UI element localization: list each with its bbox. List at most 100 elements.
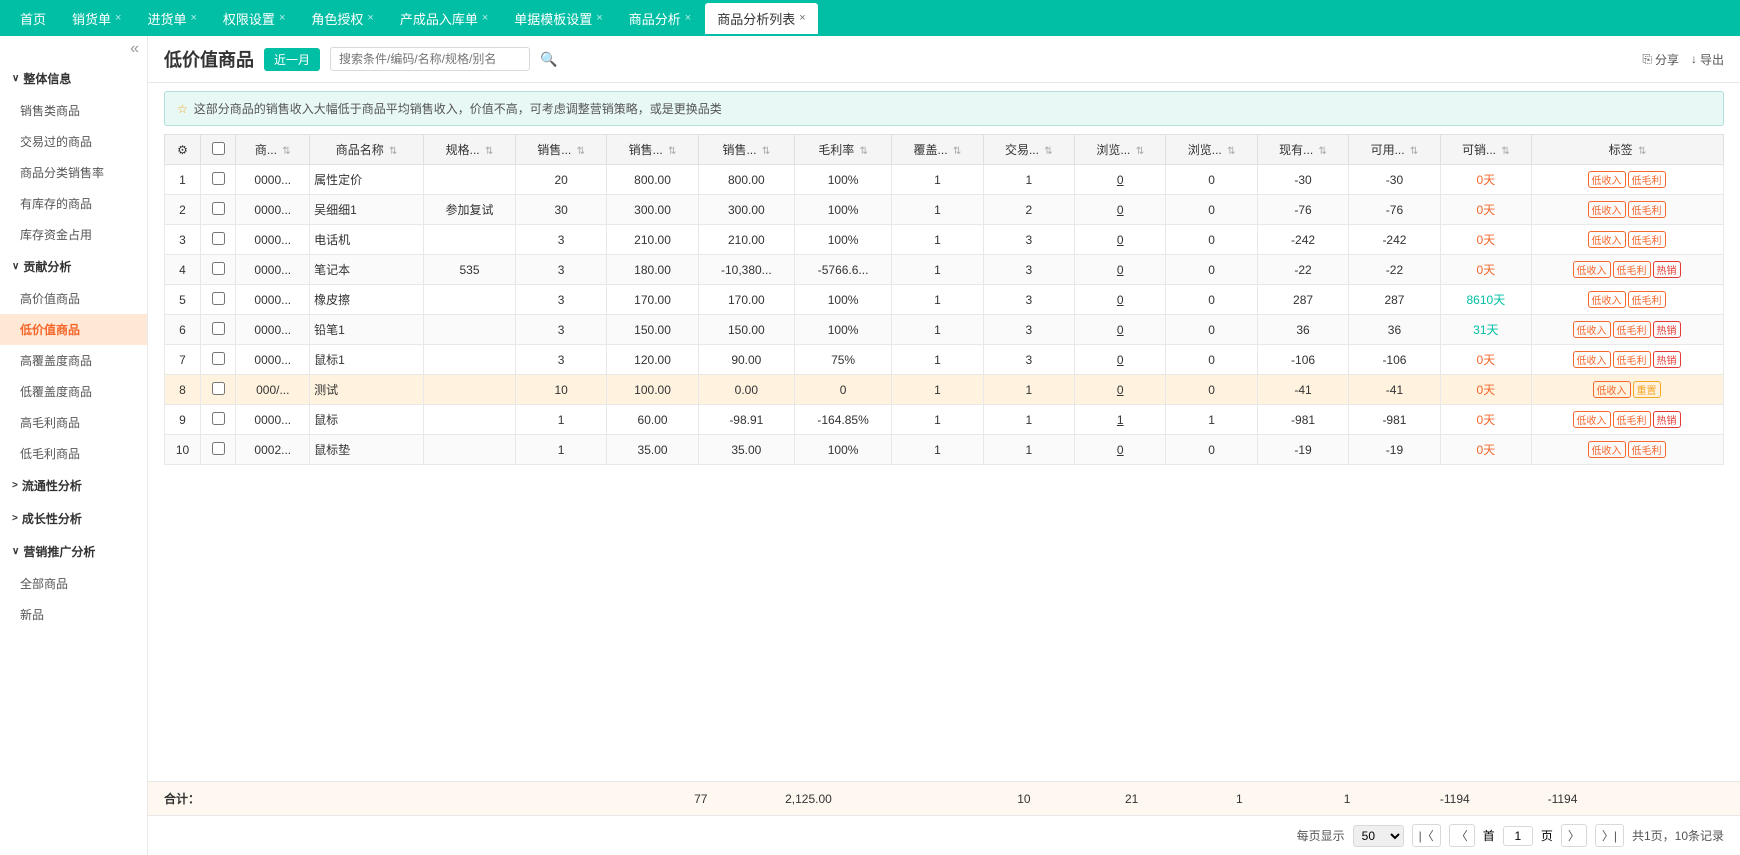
col-sales-qty[interactable]: 销售... ⇅ xyxy=(515,135,606,165)
sidebar-group-circulation[interactable]: > 流通性分析 xyxy=(0,469,147,502)
views-link[interactable]: 0 xyxy=(1117,323,1124,337)
col-gross-margin[interactable]: 毛利率 ⇅ xyxy=(794,135,891,165)
col-tags[interactable]: 标签 ⇅ xyxy=(1532,135,1724,165)
views-link[interactable]: 0 xyxy=(1117,383,1124,397)
row-checkbox[interactable] xyxy=(212,352,225,365)
cell-views1[interactable]: 1 xyxy=(1075,405,1166,435)
sidebar-group-growth[interactable]: > 成长性分析 xyxy=(0,502,147,535)
sidebar-item-high-margin[interactable]: 高毛利商品 xyxy=(0,407,147,438)
col-sales-price[interactable]: 销售... ⇅ xyxy=(607,135,698,165)
row-checkbox[interactable] xyxy=(212,412,225,425)
col-settings[interactable]: ⚙ xyxy=(165,135,201,165)
sidebar-item-high-coverage[interactable]: 高覆盖度商品 xyxy=(0,345,147,376)
cell-checkbox[interactable] xyxy=(201,405,236,435)
sidebar-item-stock-capital[interactable]: 库存资金占用 xyxy=(0,219,147,250)
sidebar-item-traded-products[interactable]: 交易过的商品 xyxy=(0,126,147,157)
period-button[interactable]: 近一月 xyxy=(264,48,320,71)
cell-name[interactable]: 电话机 xyxy=(310,225,424,255)
col-views2[interactable]: 浏览... ⇅ xyxy=(1166,135,1257,165)
first-page-btn[interactable]: |〈 xyxy=(1412,824,1441,847)
row-checkbox[interactable] xyxy=(212,382,225,395)
views-link[interactable]: 0 xyxy=(1117,293,1124,307)
settings-icon[interactable]: ⚙ xyxy=(177,143,188,157)
close-icon[interactable]: × xyxy=(367,12,373,24)
col-sellable[interactable]: 可销... ⇅ xyxy=(1440,135,1531,165)
sidebar-item-sales-products[interactable]: 销售类商品 xyxy=(0,95,147,126)
row-checkbox[interactable] xyxy=(212,442,225,455)
cell-checkbox[interactable] xyxy=(201,435,236,465)
col-coverage[interactable]: 覆盖... ⇅ xyxy=(892,135,983,165)
views-link[interactable]: 0 xyxy=(1117,173,1124,187)
nav-sales-order[interactable]: 销货单 × xyxy=(60,3,133,34)
col-current-stock[interactable]: 现有... ⇅ xyxy=(1257,135,1348,165)
nav-role-auth[interactable]: 角色授权 × xyxy=(299,3,385,34)
sidebar-item-high-value[interactable]: 高价值商品 xyxy=(0,283,147,314)
close-icon[interactable]: × xyxy=(482,12,488,24)
share-button[interactable]: ⎘ 分享 xyxy=(1642,51,1679,68)
cell-name[interactable]: 吴细细1 xyxy=(310,195,424,225)
nav-product-inbound[interactable]: 产成品入库单 × xyxy=(388,3,500,34)
row-checkbox[interactable] xyxy=(212,172,225,185)
views-link[interactable]: 0 xyxy=(1117,353,1124,367)
sidebar-collapse-btn[interactable]: « xyxy=(126,40,143,58)
sidebar-item-low-value[interactable]: 低价值商品 xyxy=(0,314,147,345)
close-icon[interactable]: × xyxy=(115,12,121,24)
search-icon[interactable]: 🔍 xyxy=(540,51,557,68)
nav-purchase-order[interactable]: 进货单 × xyxy=(135,3,208,34)
sidebar-item-in-stock[interactable]: 有库存的商品 xyxy=(0,188,147,219)
cell-name[interactable]: 橡皮擦 xyxy=(310,285,424,315)
views-link[interactable]: 0 xyxy=(1117,443,1124,457)
cell-name[interactable]: 属性定价 xyxy=(310,165,424,195)
cell-name[interactable]: 测试 xyxy=(310,375,424,405)
col-spec[interactable]: 规格... ⇅ xyxy=(424,135,516,165)
cell-checkbox[interactable] xyxy=(201,375,236,405)
views-link[interactable]: 0 xyxy=(1117,263,1124,277)
cell-name[interactable]: 鼠标1 xyxy=(310,345,424,375)
cell-views1[interactable]: 0 xyxy=(1075,435,1166,465)
row-checkbox[interactable] xyxy=(212,292,225,305)
cell-views1[interactable]: 0 xyxy=(1075,195,1166,225)
col-sales-amount[interactable]: 销售... ⇅ xyxy=(698,135,794,165)
row-checkbox[interactable] xyxy=(212,202,225,215)
col-code[interactable]: 商... ⇅ xyxy=(236,135,310,165)
cell-checkbox[interactable] xyxy=(201,225,236,255)
cell-checkbox[interactable] xyxy=(201,315,236,345)
close-icon[interactable]: × xyxy=(596,12,602,24)
cell-checkbox[interactable] xyxy=(201,345,236,375)
row-checkbox[interactable] xyxy=(212,232,225,245)
select-all-checkbox[interactable] xyxy=(212,142,225,155)
cell-checkbox[interactable] xyxy=(201,285,236,315)
cell-views1[interactable]: 0 xyxy=(1075,315,1166,345)
col-available[interactable]: 可用... ⇅ xyxy=(1349,135,1440,165)
sidebar-item-category-rate[interactable]: 商品分类销售率 xyxy=(0,157,147,188)
cell-views1[interactable]: 0 xyxy=(1075,225,1166,255)
sidebar-item-low-coverage[interactable]: 低覆盖度商品 xyxy=(0,376,147,407)
search-input[interactable] xyxy=(330,47,530,71)
export-button[interactable]: ↓ 导出 xyxy=(1691,51,1724,68)
cell-checkbox[interactable] xyxy=(201,195,236,225)
cell-name[interactable]: 铅笔1 xyxy=(310,315,424,345)
col-checkbox[interactable] xyxy=(201,135,236,165)
cell-name[interactable]: 鼠标垫 xyxy=(310,435,424,465)
cell-views1[interactable]: 0 xyxy=(1075,255,1166,285)
views-link[interactable]: 0 xyxy=(1117,203,1124,217)
close-icon[interactable]: × xyxy=(279,12,285,24)
sidebar-group-contribution[interactable]: ∨ 贡献分析 xyxy=(0,250,147,283)
sidebar-item-new-products[interactable]: 新品 xyxy=(0,599,147,630)
cell-checkbox[interactable] xyxy=(201,255,236,285)
cell-views1[interactable]: 0 xyxy=(1075,285,1166,315)
cell-views1[interactable]: 0 xyxy=(1075,375,1166,405)
sidebar-group-overall[interactable]: ∨ 整体信息 xyxy=(0,62,147,95)
cell-views1[interactable]: 0 xyxy=(1075,345,1166,375)
sidebar-group-marketing[interactable]: ∨ 营销推广分析 xyxy=(0,535,147,568)
row-checkbox[interactable] xyxy=(212,322,225,335)
prev-page-btn[interactable]: 〈 xyxy=(1449,824,1475,847)
views-link[interactable]: 1 xyxy=(1117,413,1124,427)
close-icon[interactable]: × xyxy=(799,12,805,24)
sidebar-item-low-margin[interactable]: 低毛利商品 xyxy=(0,438,147,469)
next-page-btn[interactable]: 〉 xyxy=(1561,824,1587,847)
page-size-select[interactable]: 50 100 200 xyxy=(1353,825,1404,847)
row-checkbox[interactable] xyxy=(212,262,225,275)
last-page-btn[interactable]: 〉| xyxy=(1595,824,1624,847)
col-name[interactable]: 商品名称 ⇅ xyxy=(310,135,424,165)
